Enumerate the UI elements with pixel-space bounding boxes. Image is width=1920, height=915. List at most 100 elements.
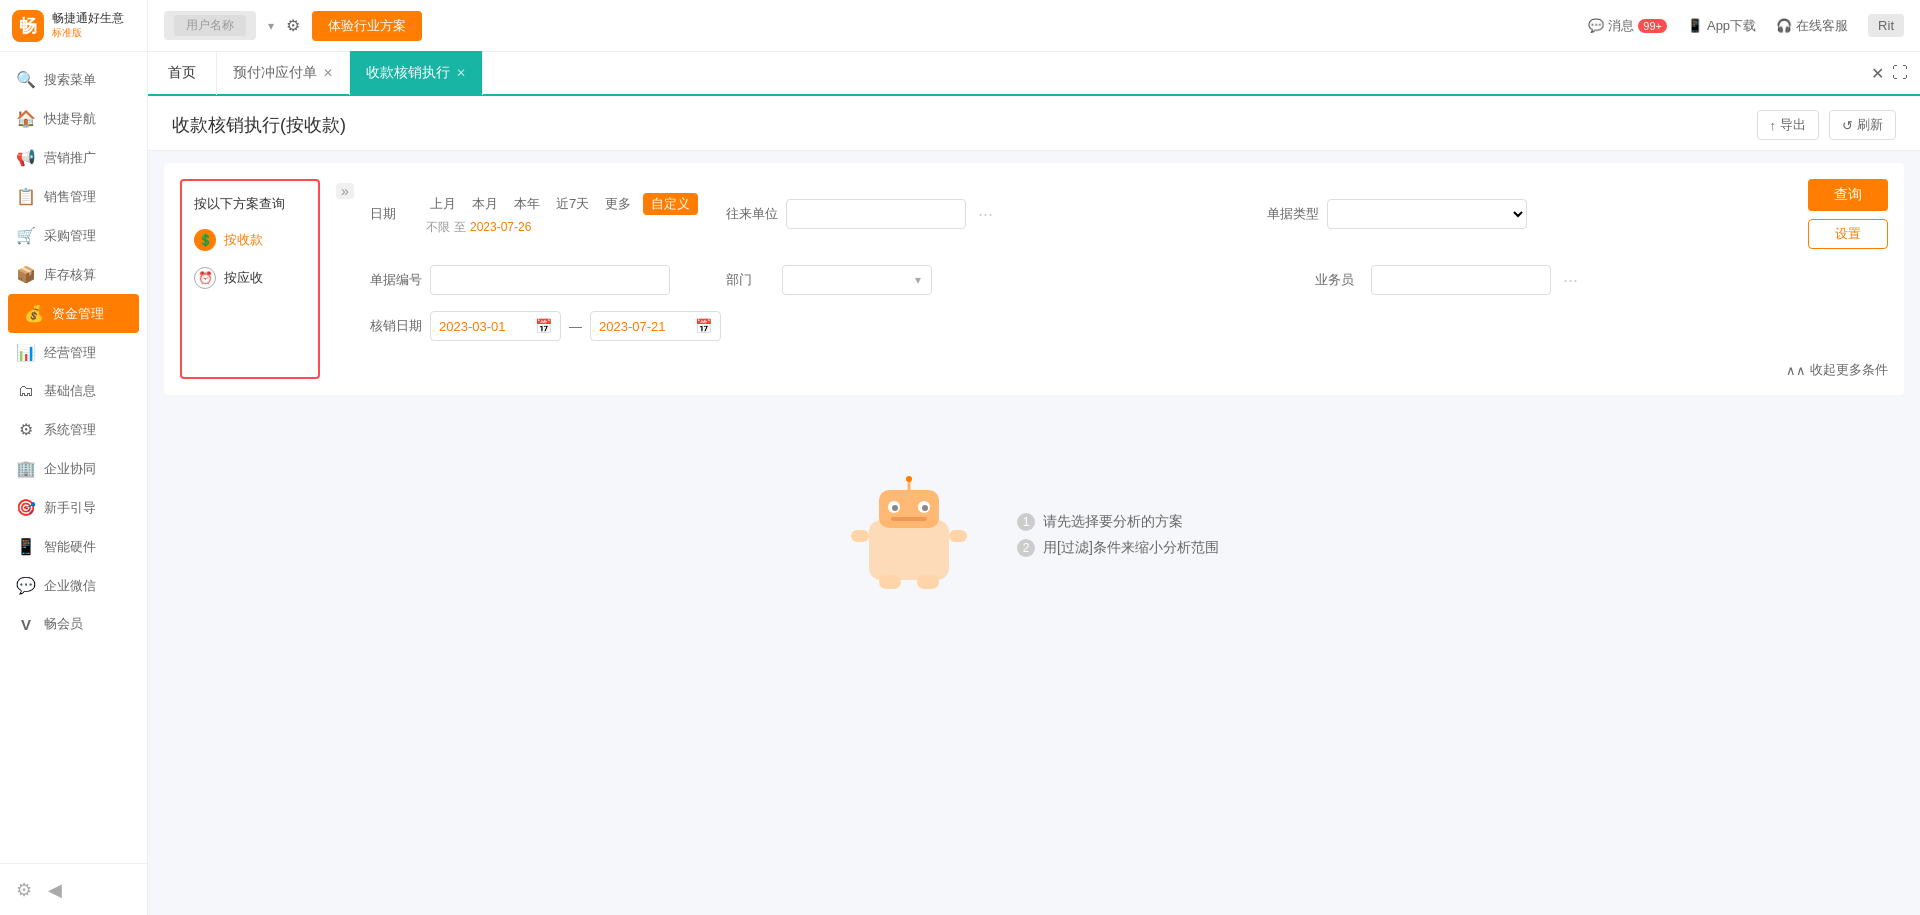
sidebar-item-member[interactable]: V 畅会员 — [0, 605, 147, 643]
tab-home-label: 首页 — [168, 64, 196, 82]
settings-icon[interactable]: ⚙ — [16, 879, 32, 901]
main-area: 用户名称 ▾ ⚙ 体验行业方案 💬 消息 99+ 📱 App下载 🎧 在线客服 … — [148, 0, 1920, 915]
counterparty-input[interactable] — [786, 199, 966, 229]
filter-field-date: 日期 上月 本月 本年 近7天 更多 自定义 不限 — [370, 193, 710, 236]
online-service-button[interactable]: 🎧 在线客服 — [1776, 17, 1848, 35]
topbar-chevron-icon[interactable]: ▾ — [268, 19, 274, 33]
svg-rect-1 — [879, 490, 939, 528]
date-shortcut-7days[interactable]: 近7天 — [552, 193, 593, 215]
filter-field-verify-date: 核销日期 📅 — 📅 — [370, 311, 721, 341]
date-shortcut-list: 上月 本月 本年 近7天 更多 自定义 — [426, 193, 698, 215]
empty-illustration — [849, 475, 969, 595]
verify-date-start-wrap: 📅 — [430, 311, 561, 341]
sidebar-item-guide[interactable]: 🎯 新手引导 — [0, 488, 147, 527]
inventory-icon: 📦 — [16, 265, 36, 284]
empty-state-content: 1 请先选择要分析的方案 2 用[过滤]条件来缩小分析范围 — [849, 475, 1219, 595]
collapse-sidebar-icon[interactable]: ◀ — [48, 879, 62, 901]
filter-field-counterparty: 往来单位 ··· — [726, 199, 1251, 229]
verify-date-end-wrap: 📅 — [590, 311, 721, 341]
collapse-more-button[interactable]: ∧∧ 收起更多条件 — [1786, 361, 1888, 379]
verify-date-end-input[interactable] — [599, 319, 689, 334]
sidebar-item-inventory[interactable]: 📦 库存核算 — [0, 255, 147, 294]
sidebar-item-base[interactable]: 🗂 基础信息 — [0, 372, 147, 410]
tab-collection[interactable]: 收款核销执行 ✕ — [350, 51, 483, 95]
filter-form: 日期 上月 本月 本年 近7天 更多 自定义 不限 — [370, 179, 1888, 379]
message-icon: 💬 — [1588, 18, 1604, 33]
counterparty-dots-icon[interactable]: ··· — [974, 204, 997, 225]
filter-collapse-btn[interactable]: » — [336, 183, 354, 199]
staff-input[interactable] — [1371, 265, 1551, 295]
sidebar-item-label-enterprise: 企业协同 — [44, 460, 96, 478]
sidebar-item-system[interactable]: ⚙ 系统管理 — [0, 410, 147, 449]
sidebar-item-enterprise[interactable]: 🏢 企业协同 — [0, 449, 147, 488]
tab-prepay[interactable]: 预付冲应付单 ✕ — [217, 51, 350, 95]
dept-select[interactable]: ▾ — [782, 265, 932, 295]
calendar-end-icon[interactable]: 📅 — [695, 318, 712, 334]
tab-home[interactable]: 首页 — [148, 51, 217, 95]
export-button[interactable]: ↑ 导出 — [1757, 110, 1820, 140]
messages-button[interactable]: 💬 消息 99+ — [1588, 17, 1667, 35]
app-download-button[interactable]: 📱 App下载 — [1687, 17, 1756, 35]
sidebar-item-search[interactable]: 🔍 搜索菜单 — [0, 60, 147, 99]
calendar-start-icon[interactable]: 📅 — [535, 318, 552, 334]
refresh-button[interactable]: ↺ 刷新 — [1829, 110, 1896, 140]
online-service-label: 在线客服 — [1796, 17, 1848, 35]
logo-text-area: 畅捷通好生意 标准版 — [52, 11, 124, 41]
filter-scheme-panel: 按以下方案查询 💲 按收款 ⏰ 按应收 — [180, 179, 320, 379]
wechat-icon: 💬 — [16, 576, 36, 595]
tab-collection-close-icon[interactable]: ✕ — [456, 66, 466, 80]
tab-prepay-label: 预付冲应付单 — [233, 64, 317, 82]
verify-date-range: 📅 — 📅 — [430, 311, 721, 341]
refresh-label: 刷新 — [1857, 116, 1883, 134]
date-shortcut-custom[interactable]: 自定义 — [643, 193, 698, 215]
filter-field-staff: 业务员 ··· — [1315, 265, 1888, 295]
user-selector[interactable]: 用户名称 — [164, 11, 256, 40]
sidebar: 畅 畅捷通好生意 标准版 🔍 搜索菜单 🏠 快捷导航 📢 营销推广 📋 销售管理… — [0, 0, 148, 915]
content-area: 收款核销执行(按收款) ↑ 导出 ↺ 刷新 按以下方案查询 💲 按收款 — [148, 96, 1920, 915]
close-tab-icon[interactable]: ✕ — [1871, 64, 1884, 83]
tab-prepay-close-icon[interactable]: ✕ — [323, 66, 333, 80]
date-shortcut-this-month[interactable]: 本月 — [468, 193, 502, 215]
hint-1-number: 1 — [1017, 513, 1035, 531]
staff-dots-icon[interactable]: ··· — [1559, 270, 1582, 291]
date-shortcut-more[interactable]: 更多 — [601, 193, 635, 215]
svg-rect-11 — [879, 575, 901, 589]
verify-date-start-input[interactable] — [439, 319, 529, 334]
sidebar-item-finance[interactable]: 💰 资金管理 — [8, 294, 139, 333]
sidebar-item-wechat[interactable]: 💬 企业微信 — [0, 566, 147, 605]
doc-no-input[interactable] — [430, 265, 670, 295]
sidebar-item-label-search: 搜索菜单 — [44, 71, 96, 89]
logo-sub-text: 标准版 — [52, 26, 124, 40]
sidebar-item-sales[interactable]: 📋 销售管理 — [0, 177, 147, 216]
tab-collection-label: 收款核销执行 — [366, 64, 450, 82]
sidebar-item-purchase[interactable]: 🛒 采购管理 — [0, 216, 147, 255]
query-button[interactable]: 查询 — [1808, 179, 1888, 211]
search-icon: 🔍 — [16, 70, 36, 89]
sidebar-item-quicknav[interactable]: 🏠 快捷导航 — [0, 99, 147, 138]
doc-type-select[interactable] — [1327, 199, 1527, 229]
doc-no-label: 单据编号 — [370, 271, 422, 289]
receivable-icon: ⏰ — [194, 267, 216, 289]
topbar-gear-icon[interactable]: ⚙ — [286, 16, 300, 35]
sidebar-item-label-sales: 销售管理 — [44, 188, 96, 206]
setting-button[interactable]: 设置 — [1808, 219, 1888, 249]
doc-type-label: 单据类型 — [1267, 205, 1319, 223]
filter-option-by-receipt[interactable]: 💲 按收款 — [182, 221, 318, 259]
sidebar-item-marketing[interactable]: 📢 营销推广 — [0, 138, 147, 177]
user-avatar[interactable]: Rit — [1868, 14, 1904, 37]
sidebar-item-hardware[interactable]: 📱 智能硬件 — [0, 527, 147, 566]
tabbar-controls: ✕ ⛶ — [1871, 64, 1920, 83]
sidebar-item-operations[interactable]: 📊 经营管理 — [0, 333, 147, 372]
sidebar-item-label-guide: 新手引导 — [44, 499, 96, 517]
date-shortcut-this-year[interactable]: 本年 — [510, 193, 544, 215]
industry-solution-button[interactable]: 体验行业方案 — [312, 11, 422, 41]
app-download-label: App下载 — [1707, 17, 1756, 35]
download-icon: 📱 — [1687, 18, 1703, 33]
filter-option-by-receivable[interactable]: ⏰ 按应收 — [182, 259, 318, 297]
sales-icon: 📋 — [16, 187, 36, 206]
empty-hint-1-text: 请先选择要分析的方案 — [1043, 513, 1183, 531]
date-shortcut-last-month[interactable]: 上月 — [426, 193, 460, 215]
collapse-more-label: 收起更多条件 — [1810, 361, 1888, 379]
tabbar: 首页 预付冲应付单 ✕ 收款核销执行 ✕ ✕ ⛶ — [148, 52, 1920, 96]
expand-tab-icon[interactable]: ⛶ — [1892, 64, 1908, 82]
